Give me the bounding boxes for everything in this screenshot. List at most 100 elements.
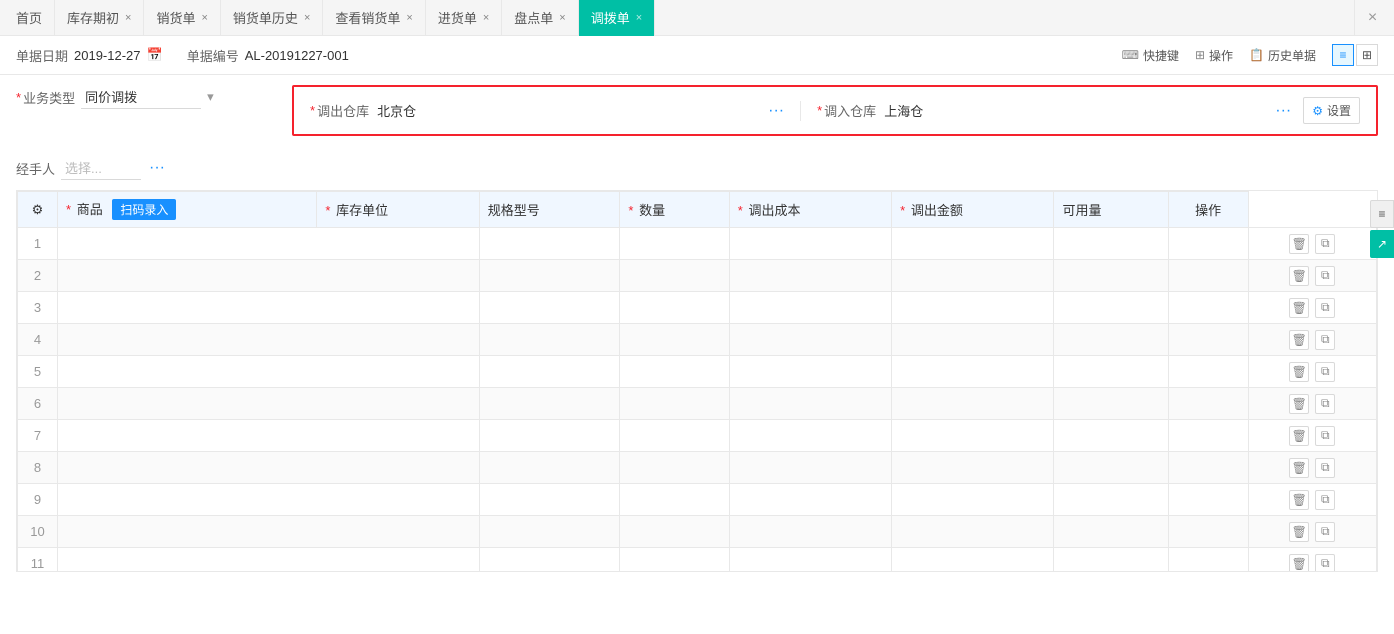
settings-button[interactable]: ⚙ 设置 bbox=[1303, 97, 1360, 124]
row-delete-btn-3[interactable]: 🗑 bbox=[1289, 298, 1309, 318]
row-copy-btn-1[interactable]: ⧉ bbox=[1315, 234, 1335, 254]
sidebar-export-btn[interactable]: ↗ bbox=[1370, 230, 1394, 258]
row-product-1[interactable] bbox=[58, 228, 480, 260]
tab-sales-history[interactable]: 销货单历史 × bbox=[221, 0, 323, 36]
row-qty-1[interactable] bbox=[729, 228, 891, 260]
row-cost-3[interactable] bbox=[892, 292, 1054, 324]
row-spec-8[interactable] bbox=[620, 452, 729, 484]
row-delete-btn-7[interactable]: 🗑 bbox=[1289, 426, 1309, 446]
row-delete-btn-11[interactable]: 🗑 bbox=[1289, 554, 1309, 572]
row-copy-btn-2[interactable]: ⧉ bbox=[1315, 266, 1335, 286]
row-qty-3[interactable] bbox=[729, 292, 891, 324]
row-cost-2[interactable] bbox=[892, 260, 1054, 292]
row-unit-4[interactable] bbox=[479, 324, 620, 356]
row-unit-2[interactable] bbox=[479, 260, 620, 292]
layout-list-btn[interactable]: ≡ bbox=[1332, 44, 1354, 66]
row-amount-2[interactable] bbox=[1054, 260, 1168, 292]
table-scroll-area[interactable]: ⚙ * 商品 扫码录入 * 库存单位 bbox=[17, 191, 1377, 571]
row-product-2[interactable] bbox=[58, 260, 480, 292]
row-amount-9[interactable] bbox=[1054, 484, 1168, 516]
tab-view-sales[interactable]: 查看销货单 × bbox=[323, 0, 425, 36]
row-cost-10[interactable] bbox=[892, 516, 1054, 548]
row-unit-3[interactable] bbox=[479, 292, 620, 324]
row-delete-btn-10[interactable]: 🗑 bbox=[1289, 522, 1309, 542]
row-qty-11[interactable] bbox=[729, 548, 891, 572]
tab-stocktake-close[interactable]: × bbox=[559, 12, 565, 24]
row-unit-6[interactable] bbox=[479, 388, 620, 420]
row-copy-btn-3[interactable]: ⧉ bbox=[1315, 298, 1335, 318]
row-delete-btn-2[interactable]: 🗑 bbox=[1289, 266, 1309, 286]
tab-transfer[interactable]: 调拨单 × bbox=[579, 0, 655, 36]
row-copy-btn-4[interactable]: ⧉ bbox=[1315, 330, 1335, 350]
row-product-6[interactable] bbox=[58, 388, 480, 420]
handler-more-btn[interactable]: ··· bbox=[149, 159, 165, 177]
business-type-dropdown-icon[interactable]: ▾ bbox=[207, 89, 214, 105]
transfer-in-more-btn[interactable]: ··· bbox=[1275, 102, 1291, 120]
row-copy-btn-5[interactable]: ⧉ bbox=[1315, 362, 1335, 382]
tab-purchase-close[interactable]: × bbox=[483, 12, 489, 24]
row-spec-5[interactable] bbox=[620, 356, 729, 388]
row-unit-9[interactable] bbox=[479, 484, 620, 516]
row-unit-1[interactable] bbox=[479, 228, 620, 260]
row-amount-6[interactable] bbox=[1054, 388, 1168, 420]
row-delete-btn-4[interactable]: 🗑 bbox=[1289, 330, 1309, 350]
row-unit-5[interactable] bbox=[479, 356, 620, 388]
business-type-value[interactable]: 同价调拨 bbox=[81, 85, 201, 109]
row-product-7[interactable] bbox=[58, 420, 480, 452]
row-qty-8[interactable] bbox=[729, 452, 891, 484]
row-amount-10[interactable] bbox=[1054, 516, 1168, 548]
calendar-icon[interactable]: 📅 bbox=[147, 47, 163, 63]
row-qty-9[interactable] bbox=[729, 484, 891, 516]
row-amount-3[interactable] bbox=[1054, 292, 1168, 324]
row-product-5[interactable] bbox=[58, 356, 480, 388]
tab-sales-order[interactable]: 销货单 × bbox=[144, 0, 220, 36]
row-product-10[interactable] bbox=[58, 516, 480, 548]
shortcuts-btn[interactable]: ⌨ 快捷键 bbox=[1122, 47, 1179, 64]
row-copy-btn-11[interactable]: ⧉ bbox=[1315, 554, 1335, 572]
row-qty-7[interactable] bbox=[729, 420, 891, 452]
tab-inventory-init[interactable]: 库存期初 × bbox=[55, 0, 144, 36]
row-amount-4[interactable] bbox=[1054, 324, 1168, 356]
row-qty-2[interactable] bbox=[729, 260, 891, 292]
row-copy-btn-10[interactable]: ⧉ bbox=[1315, 522, 1335, 542]
row-delete-btn-5[interactable]: 🗑 bbox=[1289, 362, 1309, 382]
row-copy-btn-7[interactable]: ⧉ bbox=[1315, 426, 1335, 446]
sidebar-list-btn[interactable]: ≡ bbox=[1370, 200, 1394, 228]
row-amount-7[interactable] bbox=[1054, 420, 1168, 452]
history-btn[interactable]: 📋 历史单据 bbox=[1249, 47, 1316, 64]
col-gear[interactable]: ⚙ bbox=[18, 192, 58, 228]
row-spec-10[interactable] bbox=[620, 516, 729, 548]
row-cost-11[interactable] bbox=[892, 548, 1054, 572]
tab-sales-close[interactable]: × bbox=[201, 12, 207, 24]
row-amount-11[interactable] bbox=[1054, 548, 1168, 572]
row-product-11[interactable] bbox=[58, 548, 480, 572]
row-delete-btn-6[interactable]: 🗑 bbox=[1289, 394, 1309, 414]
row-unit-10[interactable] bbox=[479, 516, 620, 548]
row-spec-2[interactable] bbox=[620, 260, 729, 292]
row-unit-7[interactable] bbox=[479, 420, 620, 452]
row-copy-btn-6[interactable]: ⧉ bbox=[1315, 394, 1335, 414]
tab-view-sales-close[interactable]: × bbox=[406, 12, 412, 24]
row-spec-7[interactable] bbox=[620, 420, 729, 452]
row-amount-8[interactable] bbox=[1054, 452, 1168, 484]
transfer-out-more-btn[interactable]: ··· bbox=[768, 102, 784, 120]
row-cost-8[interactable] bbox=[892, 452, 1054, 484]
row-spec-4[interactable] bbox=[620, 324, 729, 356]
row-copy-btn-9[interactable]: ⧉ bbox=[1315, 490, 1335, 510]
row-amount-5[interactable] bbox=[1054, 356, 1168, 388]
row-product-8[interactable] bbox=[58, 452, 480, 484]
tab-purchase[interactable]: 进货单 × bbox=[426, 0, 502, 36]
row-spec-1[interactable] bbox=[620, 228, 729, 260]
row-unit-11[interactable] bbox=[479, 548, 620, 572]
window-close-button[interactable]: × bbox=[1354, 0, 1390, 36]
row-cost-7[interactable] bbox=[892, 420, 1054, 452]
tab-stocktake[interactable]: 盘点单 × bbox=[502, 0, 578, 36]
row-cost-9[interactable] bbox=[892, 484, 1054, 516]
row-spec-3[interactable] bbox=[620, 292, 729, 324]
row-cost-6[interactable] bbox=[892, 388, 1054, 420]
row-unit-8[interactable] bbox=[479, 452, 620, 484]
scan-btn[interactable]: 扫码录入 bbox=[112, 199, 176, 220]
row-product-3[interactable] bbox=[58, 292, 480, 324]
row-spec-6[interactable] bbox=[620, 388, 729, 420]
row-product-4[interactable] bbox=[58, 324, 480, 356]
